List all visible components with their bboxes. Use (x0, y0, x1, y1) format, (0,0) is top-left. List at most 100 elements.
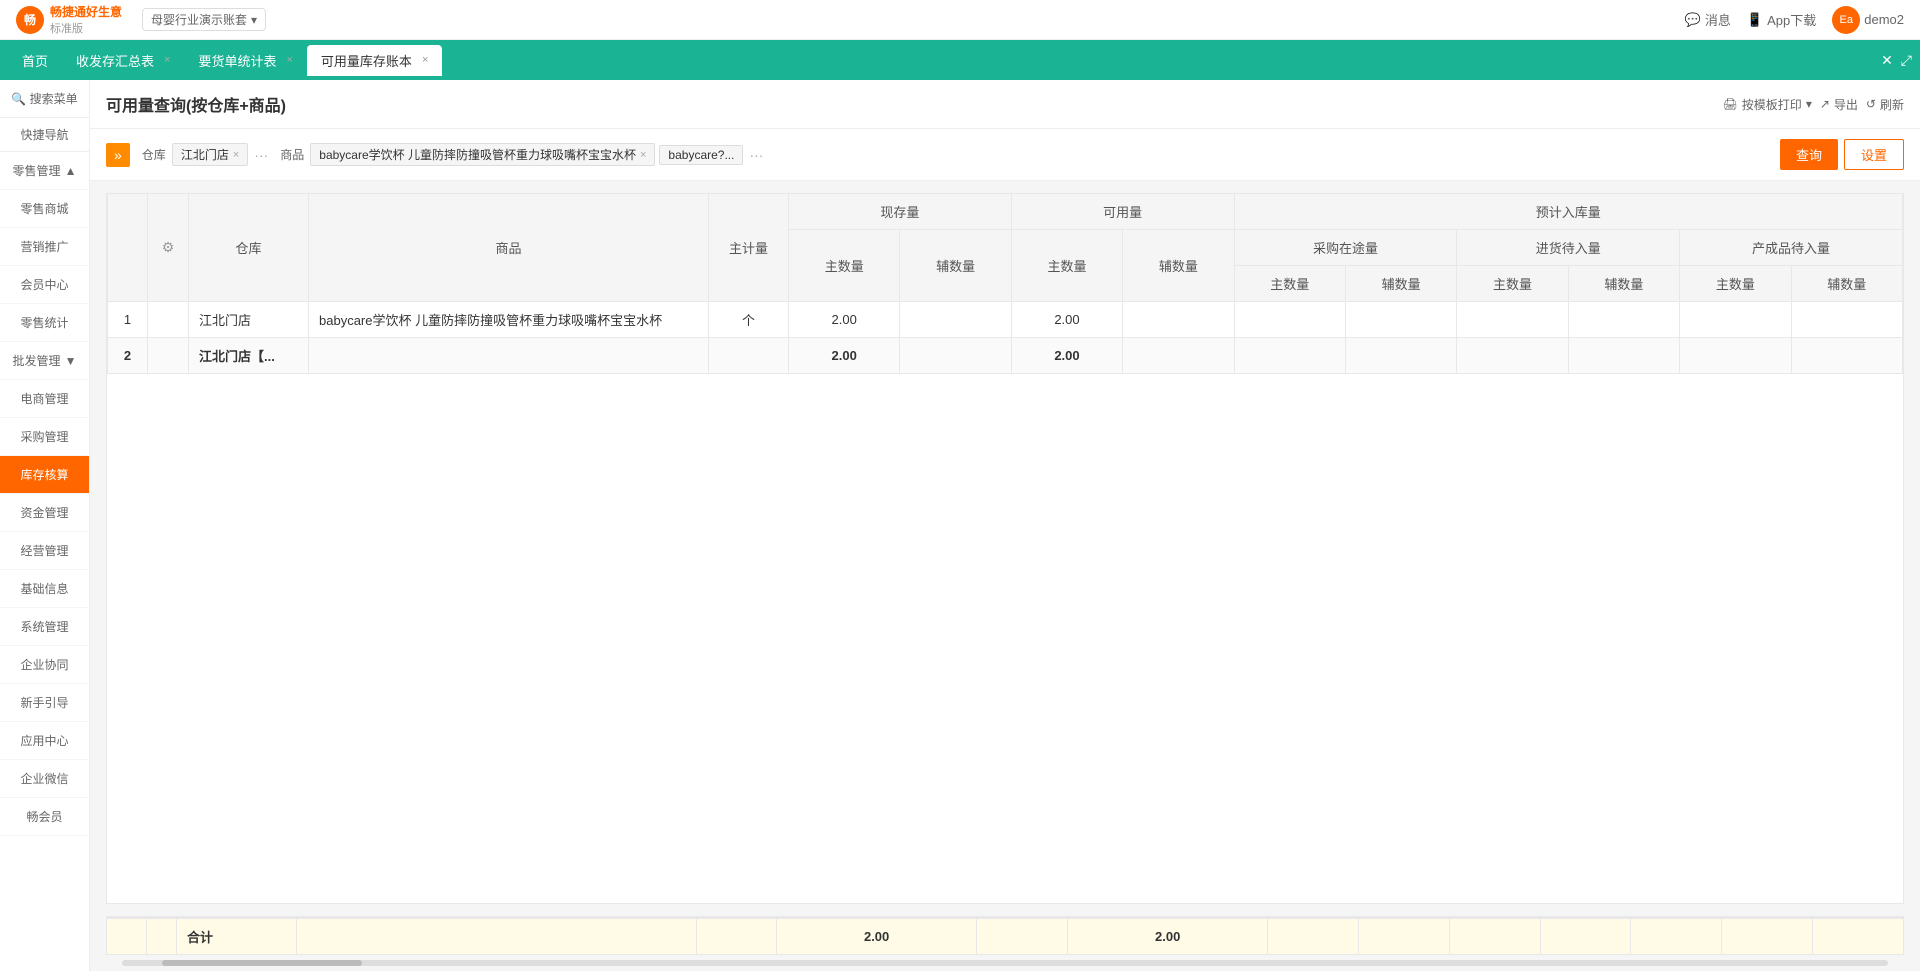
page-actions: 🖨 按模板打印 ▾ ↗ 导出 ↺ 刷新 (1723, 96, 1904, 113)
product-tag-2[interactable]: babycare?... (659, 145, 743, 165)
footer-product-empty (297, 919, 697, 955)
scrollbar-thumb[interactable] (162, 960, 362, 966)
subtotal-current-main: 2.00 (789, 338, 900, 374)
tab-order-stats[interactable]: 要货单统计表 × (184, 45, 306, 76)
subtotal-current-sub (900, 338, 1011, 374)
chevron-down-icon: ▾ (1806, 97, 1812, 111)
table-footer: 合计 2.00 2.00 (106, 916, 1904, 955)
cell-unit: 个 (709, 302, 789, 338)
cell-product: babycare学饮杯 儿童防摔防撞吸管杯重力球吸嘴杯宝宝水杯 (309, 302, 709, 338)
cell-production-main (1680, 302, 1791, 338)
page-header: 可用量查询(按仓库+商品) 🖨 按模板打印 ▾ ↗ 导出 ↺ 刷新 (90, 80, 1920, 129)
cell-current-sub (900, 302, 1011, 338)
tab-receive-summary[interactable]: 收发存汇总表 × (62, 45, 184, 76)
th-index (108, 194, 148, 302)
subtotal-available-sub (1123, 338, 1234, 374)
sidebar-item-new-guide[interactable]: 新手引导 (0, 684, 89, 722)
warehouse-more[interactable]: ··· (254, 147, 268, 163)
expand-btn[interactable]: ⤢ (1901, 52, 1912, 69)
tab-home[interactable]: 首页 (8, 45, 62, 76)
nav-actions: ✕ ⤢ (1881, 52, 1912, 69)
table-row: 1 江北门店 babycare学饮杯 儿童防摔防撞吸管杯重力球吸嘴杯宝宝水杯 个… (108, 302, 1903, 338)
tab-close-available-inventory[interactable]: × (422, 54, 428, 66)
chevron-icon-2: ▼ (65, 354, 77, 368)
sidebar-item-basic-info[interactable]: 基础信息 (0, 570, 89, 608)
message-btn[interactable]: 💬 消息 (1685, 10, 1731, 29)
cell-incoming-main (1457, 302, 1568, 338)
filter-expand-btn[interactable]: » (106, 143, 130, 167)
sidebar-item-marketing[interactable]: 营销推广 (0, 228, 89, 266)
sidebar-item-inventory[interactable]: 库存核算 (0, 456, 89, 494)
nav-tabs: 首页 收发存汇总表 × 要货单统计表 × 可用量库存账本 × ✕ ⤢ (0, 40, 1920, 80)
sidebar-item-operations[interactable]: 经营管理 (0, 532, 89, 570)
warehouse-tags: 江北门店 × (172, 143, 248, 166)
chevron-icon: ▲ (65, 164, 77, 178)
th-incoming-group: 进货待入量 (1457, 230, 1680, 266)
th-purchase-group: 采购在途量 (1234, 230, 1457, 266)
inventory-table: ⚙ 仓库 商品 主计量 现存量 可用量 预计入库量 主数量 辅数量 (107, 194, 1903, 374)
search-menu-btn[interactable]: 🔍 搜索菜单 (8, 90, 81, 107)
column-settings-icon[interactable]: ⚙ (158, 238, 178, 258)
brand-logo: 畅 畅捷通好生意 标准版 (16, 3, 122, 36)
warehouse-tag[interactable]: 江北门店 × (172, 143, 248, 166)
sidebar-item-member[interactable]: 畅会员 (0, 798, 89, 836)
footer-available-main: 2.00 (1068, 919, 1268, 955)
printer-icon: 🖨 (1723, 97, 1738, 111)
footer-production-main (1722, 919, 1813, 955)
sidebar-item-retail-mall[interactable]: 零售商城 (0, 190, 89, 228)
quick-nav-btn[interactable]: 快捷导航 (0, 118, 89, 152)
scrollbar-track[interactable] (122, 960, 1888, 966)
subtotal-incoming-main (1457, 338, 1568, 374)
th-purchase-main: 主数量 (1234, 266, 1345, 302)
cell-settings (148, 302, 189, 338)
sidebar-item-purchase-mgmt[interactable]: 采购管理 (0, 418, 89, 456)
th-available-main: 主数量 (1011, 230, 1122, 302)
user-menu[interactable]: Ea demo2 (1832, 6, 1904, 34)
tab-close-order-stats[interactable]: × (286, 54, 292, 66)
template-selector[interactable]: 母婴行业演示账套 ▾ (142, 8, 266, 31)
th-incoming-main: 主数量 (1457, 266, 1568, 302)
sidebar-search: 🔍 搜索菜单 (0, 80, 89, 118)
th-unit: 主计量 (709, 194, 789, 302)
sidebar-item-member-center[interactable]: 会员中心 (0, 266, 89, 304)
query-btn[interactable]: 查询 (1780, 139, 1838, 170)
footer-production-sub (1813, 919, 1904, 955)
page-content: 可用量查询(按仓库+商品) 🖨 按模板打印 ▾ ↗ 导出 ↺ 刷新 » (90, 80, 1920, 971)
remove-product-tag-1[interactable]: × (640, 149, 646, 161)
subtotal-purchase-main (1234, 338, 1345, 374)
th-current-stock-group: 现存量 (789, 194, 1012, 230)
sidebar-item-enterprise-wechat[interactable]: 企业微信 (0, 760, 89, 798)
remove-warehouse-tag[interactable]: × (233, 149, 239, 161)
print-template-btn[interactable]: 🖨 按模板打印 ▾ (1723, 96, 1812, 113)
tab-available-inventory[interactable]: 可用量库存账本 × (307, 45, 442, 76)
table-container: ⚙ 仓库 商品 主计量 现存量 可用量 预计入库量 主数量 辅数量 (90, 181, 1920, 971)
th-incoming-sub: 辅数量 (1568, 266, 1679, 302)
table-area: ⚙ 仓库 商品 主计量 现存量 可用量 预计入库量 主数量 辅数量 (106, 193, 1904, 904)
footer-current-sub (977, 919, 1068, 955)
sidebar-item-retail-stats[interactable]: 零售统计 (0, 304, 89, 342)
brand-icon: 畅 (16, 6, 44, 34)
settings-btn[interactable]: 设置 (1844, 139, 1904, 170)
top-bar-left: 畅 畅捷通好生意 标准版 母婴行业演示账套 ▾ (16, 3, 266, 36)
sidebar-item-retail-mgmt[interactable]: 零售管理 ▲ (0, 152, 89, 190)
footer-unit-empty (697, 919, 777, 955)
th-production-group: 产成品待入量 (1680, 230, 1903, 266)
sidebar-item-app-center[interactable]: 应用中心 (0, 722, 89, 760)
export-btn[interactable]: ↗ 导出 (1820, 96, 1858, 113)
app-download-btn[interactable]: 📱 App下载 (1747, 10, 1816, 29)
th-settings: ⚙ (148, 194, 189, 302)
footer-label: 合计 (177, 919, 297, 955)
sidebar-item-wholesale-mgmt[interactable]: 批发管理 ▼ (0, 342, 89, 380)
sidebar-item-enterprise-collab[interactable]: 企业协同 (0, 646, 89, 684)
close-all-tabs-btn[interactable]: ✕ (1881, 52, 1893, 69)
th-current-sub: 辅数量 (900, 230, 1011, 302)
th-production-main: 主数量 (1680, 266, 1791, 302)
sidebar-item-ecommerce[interactable]: 电商管理 (0, 380, 89, 418)
sidebar-item-finance[interactable]: 资金管理 (0, 494, 89, 532)
refresh-btn[interactable]: ↺ 刷新 (1866, 96, 1904, 113)
product-tag-1[interactable]: babycare学饮杯 儿童防摔防撞吸管杯重力球吸嘴杯宝宝水杯 × (310, 143, 655, 166)
sidebar-item-system-mgmt[interactable]: 系统管理 (0, 608, 89, 646)
tab-close-receive-summary[interactable]: × (164, 54, 170, 66)
product-more[interactable]: ··· (749, 147, 763, 163)
subtotal-production-main (1680, 338, 1791, 374)
